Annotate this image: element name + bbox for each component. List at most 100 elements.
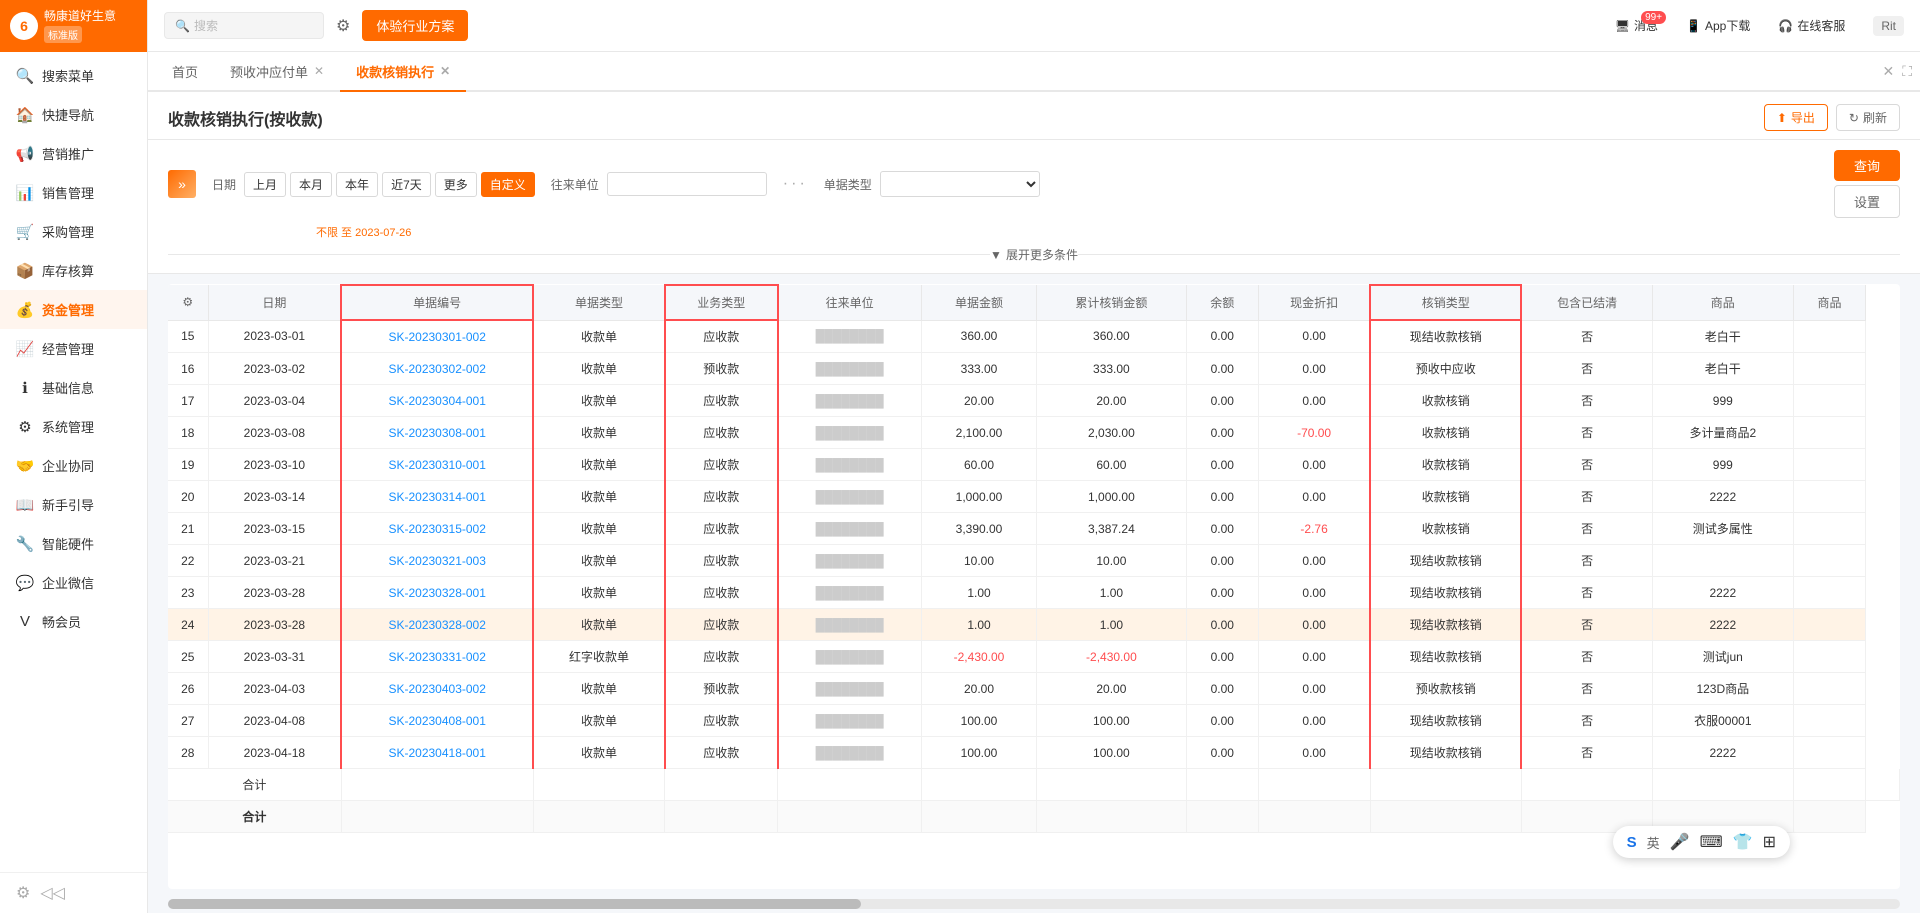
recent7-btn[interactable]: 近7天: [382, 172, 431, 197]
messages-button[interactable]: 🖥 消息 99+: [1615, 17, 1658, 34]
sidebar-item-guide[interactable]: 📖 新手引导: [0, 485, 147, 524]
sidebar-item-hardware[interactable]: 🔧 智能硬件: [0, 524, 147, 563]
sidebar-item-inventory[interactable]: 📦 库存核算: [0, 251, 147, 290]
cell-bill-no[interactable]: SK-20230321-003: [341, 545, 533, 577]
cell-bill-no[interactable]: SK-20230408-001: [341, 705, 533, 737]
bill-no-link[interactable]: SK-20230418-001: [388, 746, 485, 760]
total-cell-5: [778, 801, 922, 833]
maximize-window-icon[interactable]: ⛶: [1902, 63, 1912, 80]
setting-button[interactable]: 设置: [1834, 185, 1900, 218]
sidebar-item-system[interactable]: ⚙ 系统管理: [0, 407, 147, 446]
bill-no-link[interactable]: SK-20230302-002: [388, 362, 485, 376]
settings-icon[interactable]: ⚙: [16, 883, 30, 903]
user-avatar[interactable]: Rit: [1873, 16, 1904, 36]
cell-bill-no[interactable]: SK-20230308-001: [341, 417, 533, 449]
collapse-icon[interactable]: ◁◁: [40, 883, 65, 903]
col-header-cum-writeoff[interactable]: 累计核销金额: [1037, 285, 1187, 320]
counterpart-input[interactable]: [607, 172, 767, 196]
col-header-goods2[interactable]: 商品: [1793, 285, 1865, 320]
tab-prepaid-close-icon[interactable]: ✕: [314, 64, 324, 78]
cell-bill-no[interactable]: SK-20230331-002: [341, 641, 533, 673]
cell-bill-no[interactable]: SK-20230301-002: [341, 320, 533, 353]
cell-bill-no[interactable]: SK-20230418-001: [341, 737, 533, 769]
tab-home[interactable]: 首页: [156, 52, 214, 92]
cell-bill-no[interactable]: SK-20230302-002: [341, 353, 533, 385]
receipt-type-select[interactable]: [880, 171, 1040, 197]
cell-bill-no[interactable]: SK-20230304-001: [341, 385, 533, 417]
this-month-btn[interactable]: 本月: [290, 172, 332, 197]
app-download-button[interactable]: 📱 App下载: [1686, 17, 1750, 34]
query-button[interactable]: 查询: [1834, 150, 1900, 181]
cell-bill-no[interactable]: SK-20230403-002: [341, 673, 533, 705]
cell-bill-no[interactable]: SK-20230328-002: [341, 609, 533, 641]
col-header-balance[interactable]: 余额: [1186, 285, 1258, 320]
col-header-include-settled[interactable]: 包含已结清: [1521, 285, 1652, 320]
expand-more-button[interactable]: ▼ 展开更多条件: [990, 246, 1078, 263]
export-button[interactable]: ⬆ 导出: [1764, 104, 1828, 131]
sidebar-item-collab[interactable]: 🤝 企业协同: [0, 446, 147, 485]
mic-icon[interactable]: 🎤: [1670, 832, 1690, 852]
cell-bill-no[interactable]: SK-20230310-001: [341, 449, 533, 481]
sidebar-item-operations[interactable]: 📈 经营管理: [0, 329, 147, 368]
keyboard-icon[interactable]: ⌨: [1700, 832, 1723, 852]
refresh-button[interactable]: ↻ 刷新: [1836, 104, 1900, 131]
bill-no-link[interactable]: SK-20230331-002: [388, 650, 485, 664]
cell-biz-type: 应收款: [665, 577, 778, 609]
grid-icon[interactable]: ⊞: [1763, 832, 1776, 852]
col-header-counterpart[interactable]: 往来单位: [778, 285, 922, 320]
cell-bill-no[interactable]: SK-20230315-002: [341, 513, 533, 545]
col-header-goods[interactable]: 商品: [1652, 285, 1793, 320]
online-service-button[interactable]: 🎧 在线客服: [1778, 17, 1845, 34]
custom-date-btn[interactable]: 自定义: [481, 172, 535, 197]
col-header-date[interactable]: 日期: [208, 285, 341, 320]
col-header-bill-amount[interactable]: 单据金额: [921, 285, 1036, 320]
table-scroll-thumb[interactable]: [168, 899, 861, 909]
cell-bill-no[interactable]: SK-20230314-001: [341, 481, 533, 513]
bill-no-link[interactable]: SK-20230301-002: [388, 330, 485, 344]
more-date-btn[interactable]: 更多: [435, 172, 477, 197]
bill-no-link[interactable]: SK-20230328-001: [388, 586, 485, 600]
shirt-icon[interactable]: 👕: [1733, 832, 1753, 852]
solution-button[interactable]: 体验行业方案: [362, 10, 468, 41]
prev-month-btn[interactable]: 上月: [244, 172, 286, 197]
table-row: 152023-03-01SK-20230301-002收款单应收款███████…: [168, 320, 1900, 353]
col-header-writeoff-type[interactable]: 核销类型: [1370, 285, 1521, 320]
tab-writeoff[interactable]: 收款核销执行 ✕: [340, 52, 466, 92]
col-header-cash-discount[interactable]: 现金折扣: [1258, 285, 1370, 320]
sidebar-item-purchase[interactable]: 🛒 采购管理: [0, 212, 147, 251]
bill-no-link[interactable]: SK-20230308-001: [388, 426, 485, 440]
col-header-bill-no[interactable]: 单据编号: [341, 285, 533, 320]
bill-no-link[interactable]: SK-20230403-002: [388, 682, 485, 696]
bill-no-link[interactable]: SK-20230315-002: [388, 522, 485, 536]
bill-no-link[interactable]: SK-20230304-001: [388, 394, 485, 408]
topbar-search-box[interactable]: 🔍 搜索: [164, 12, 324, 39]
sidebar-item-basic-info[interactable]: ℹ 基础信息: [0, 368, 147, 407]
table-scroll-bar[interactable]: [168, 899, 1900, 909]
sidebar-item-member[interactable]: V 畅会员: [0, 602, 147, 641]
sidebar-item-search[interactable]: 🔍 搜索菜单: [0, 56, 147, 95]
bill-no-link[interactable]: SK-20230310-001: [388, 458, 485, 472]
filter-toggle-button[interactable]: »: [168, 170, 196, 198]
tab-writeoff-close-icon[interactable]: ✕: [440, 64, 450, 78]
col-header-biz-type[interactable]: 业务类型: [665, 285, 778, 320]
tab-prepaid[interactable]: 预收冲应付单 ✕: [214, 52, 340, 92]
cell-bill-no[interactable]: SK-20230328-001: [341, 577, 533, 609]
sidebar-item-finance[interactable]: 💰 资金管理: [0, 290, 147, 329]
topbar-gear-icon[interactable]: ⚙: [336, 16, 350, 36]
bill-no-link[interactable]: SK-20230328-002: [388, 618, 485, 632]
sidebar-item-nav[interactable]: 🏠 快捷导航: [0, 95, 147, 134]
sidebar-item-marketing[interactable]: 📢 营销推广: [0, 134, 147, 173]
col-header-bill-type[interactable]: 单据类型: [533, 285, 665, 320]
close-window-icon[interactable]: ✕: [1882, 63, 1894, 80]
bill-no-link[interactable]: SK-20230314-001: [388, 490, 485, 504]
sidebar-item-wechat-label: 企业微信: [42, 573, 94, 592]
cell-bill-amount: 20.00: [921, 385, 1036, 417]
sidebar-item-guide-label: 新手引导: [42, 495, 94, 514]
bill-no-link[interactable]: SK-20230321-003: [388, 554, 485, 568]
this-year-btn[interactable]: 本年: [336, 172, 378, 197]
bill-no-link[interactable]: SK-20230408-001: [388, 714, 485, 728]
sidebar-item-sales[interactable]: 📊 销售管理: [0, 173, 147, 212]
sidebar-item-wechat[interactable]: 💬 企业微信: [0, 563, 147, 602]
table-row: 212023-03-15SK-20230315-002收款单应收款███████…: [168, 513, 1900, 545]
col-header-gear[interactable]: ⚙: [168, 285, 208, 320]
